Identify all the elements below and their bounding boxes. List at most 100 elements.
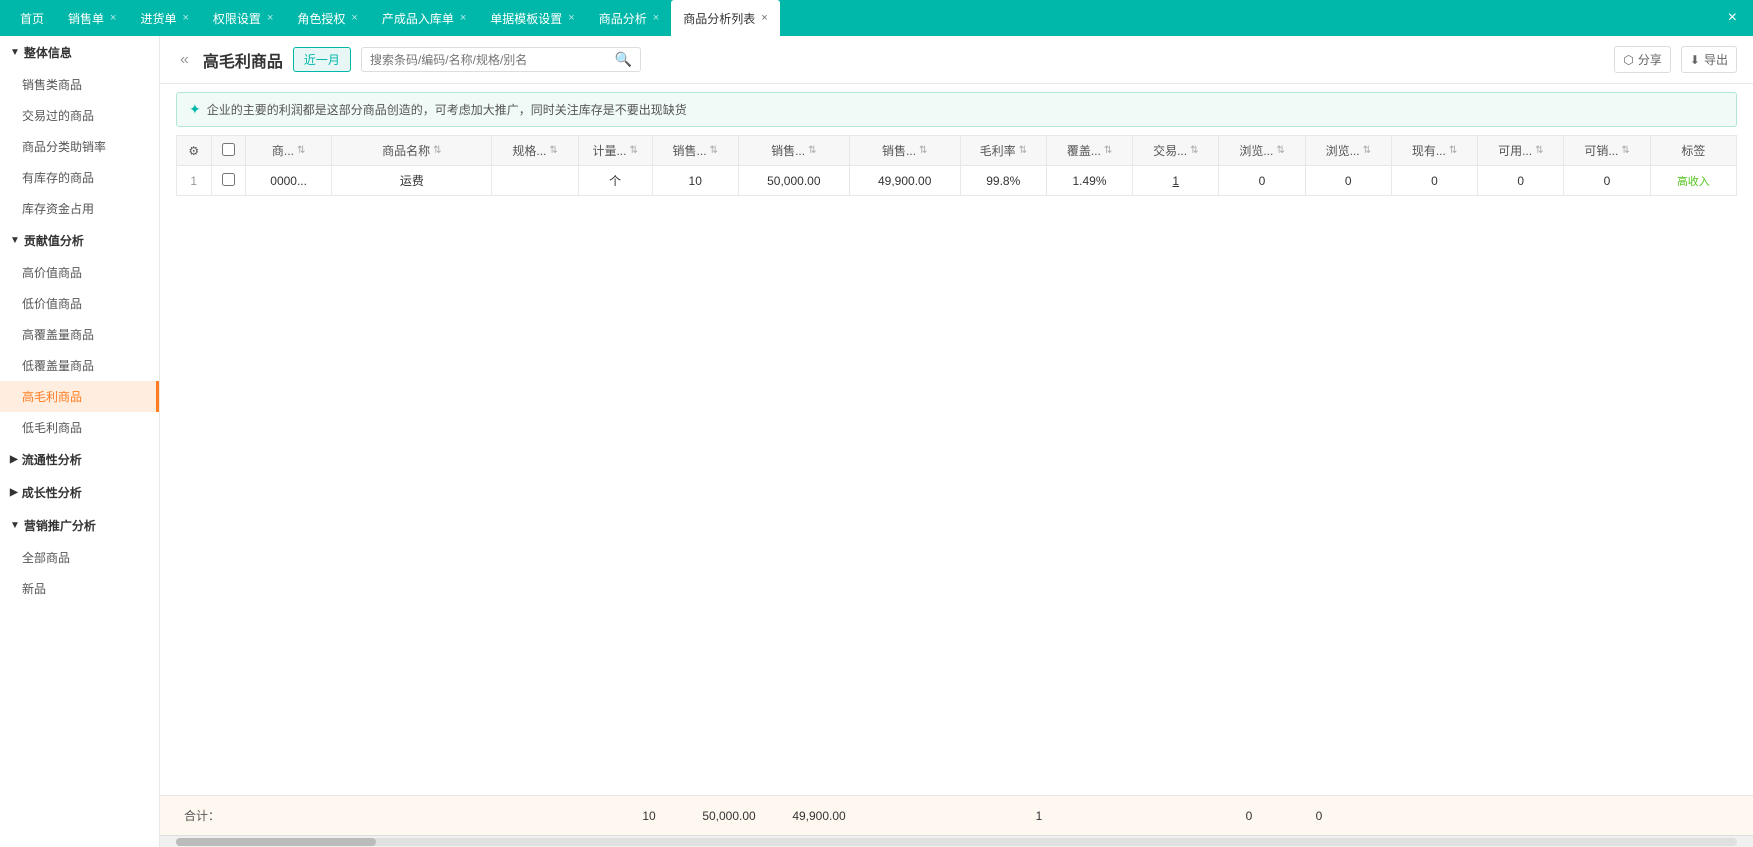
sidebar-group-overview[interactable]: ▼ 整体信息 — [0, 36, 159, 69]
col-code-header[interactable]: 商...⇅ — [246, 136, 332, 166]
search-box: 🔍 — [361, 47, 641, 72]
row-unit: 个 — [578, 166, 652, 196]
row-select-checkbox[interactable] — [222, 173, 235, 186]
footer-sales-qty: 10 — [614, 809, 684, 823]
footer-current: 0 — [1214, 809, 1284, 823]
filter-recent-month-button[interactable]: 近一月 — [293, 47, 351, 72]
main-layout: ▼ 整体信息 销售类商品 交易过的商品 商品分类助销率 有库存的商品 库存资金占… — [0, 36, 1753, 847]
col-sales-profit-header[interactable]: 销售...⇅ — [849, 136, 960, 166]
row-sales-qty: 10 — [652, 166, 738, 196]
sort-icon-current: ⇅ — [1449, 145, 1457, 156]
sort-icon-available: ⇅ — [1535, 145, 1543, 156]
content-header: « 高毛利商品 近一月 🔍 ⬡ 分享 ⬇ 导出 — [160, 36, 1753, 84]
export-button[interactable]: ⬇ 导出 — [1681, 46, 1737, 73]
arrow-down-icon-3: ▼ — [10, 520, 20, 531]
row-browse2: 0 — [1305, 166, 1391, 196]
horizontal-scrollbar[interactable] — [160, 835, 1753, 847]
row-checkbox[interactable] — [211, 166, 246, 196]
nav-sales-order[interactable]: 销售单 × — [56, 0, 128, 36]
col-available-header[interactable]: 可用...⇅ — [1478, 136, 1564, 166]
sort-icon-name: ⇅ — [433, 145, 441, 156]
row-name: 运费 — [332, 166, 492, 196]
search-icon[interactable]: 🔍 — [615, 51, 632, 68]
sort-icon: ⇅ — [297, 145, 305, 156]
nav-role-auth[interactable]: 角色授权 × — [285, 0, 369, 36]
share-icon: ⬡ — [1623, 53, 1633, 67]
sidebar-item-high-value[interactable]: 高价值商品 — [0, 257, 159, 288]
close-purchase-order[interactable]: × — [182, 12, 188, 24]
col-margin-header[interactable]: 毛利率⇅ — [960, 136, 1046, 166]
close-role-auth[interactable]: × — [351, 12, 357, 24]
row-margin: 99.8% — [960, 166, 1046, 196]
sidebar-collapse-button[interactable]: « — [176, 47, 193, 73]
footer-available: 0 — [1284, 809, 1354, 823]
row-coverage: 1.49% — [1046, 166, 1132, 196]
search-input[interactable] — [370, 53, 609, 67]
close-analysis-list[interactable]: × — [761, 12, 767, 24]
sidebar-item-traded-goods[interactable]: 交易过的商品 — [0, 100, 159, 131]
arrow-right-icon-2: ▶ — [10, 487, 18, 498]
arrow-right-icon: ▶ — [10, 454, 18, 465]
close-product-analysis[interactable]: × — [653, 12, 659, 24]
row-trade: 1 — [1133, 166, 1219, 196]
sidebar-item-inventory-funds[interactable]: 库存资金占用 — [0, 193, 159, 224]
nav-purchase-order[interactable]: 进货单 × — [128, 0, 200, 36]
sidebar-item-all-goods[interactable]: 全部商品 — [0, 542, 159, 573]
close-product-inbound[interactable]: × — [460, 12, 466, 24]
sidebar-item-low-margin[interactable]: 低毛利商品 — [0, 412, 159, 443]
sort-icon-qty: ⇅ — [710, 145, 718, 156]
share-button[interactable]: ⬡ 分享 — [1614, 46, 1671, 73]
row-current: 0 — [1391, 166, 1477, 196]
sidebar-group-liquidity[interactable]: ▶ 流通性分析 — [0, 443, 159, 476]
col-sales-amt-header[interactable]: 销售...⇅ — [738, 136, 849, 166]
col-trade-header[interactable]: 交易...⇅ — [1133, 136, 1219, 166]
close-sales-order[interactable]: × — [110, 12, 116, 24]
sidebar-group-contribution[interactable]: ▼ 贡献值分析 — [0, 224, 159, 257]
sidebar-item-sales-goods[interactable]: 销售类商品 — [0, 69, 159, 100]
nav-product-inbound[interactable]: 产成品入库单 × — [370, 0, 478, 36]
info-icon: ✦ — [189, 101, 201, 118]
sort-icon-sellable: ⇅ — [1621, 145, 1629, 156]
sidebar-group-growth[interactable]: ▶ 成长性分析 — [0, 476, 159, 509]
app-close-button[interactable]: × — [1720, 9, 1745, 27]
footer-sales-amt: 50,000.00 — [684, 809, 774, 823]
col-checkbox-header[interactable] — [211, 136, 246, 166]
nav-home[interactable]: 首页 — [8, 0, 56, 36]
sidebar-item-low-coverage[interactable]: 低覆盖量商品 — [0, 350, 159, 381]
row-tag: 高收入 — [1650, 166, 1736, 196]
row-sellable: 0 — [1564, 166, 1650, 196]
col-spec-header[interactable]: 规格...⇅ — [492, 136, 578, 166]
table-wrapper: ⚙ 商...⇅ 商品名称⇅ 规格...⇅ 计量...⇅ 销售...⇅ 销售...… — [160, 135, 1753, 795]
footer-trade: 1 — [1004, 809, 1074, 823]
col-browse1-header[interactable]: 浏览...⇅ — [1219, 136, 1305, 166]
sidebar-group-marketing[interactable]: ▼ 营销推广分析 — [0, 509, 159, 542]
sidebar-item-stocked-goods[interactable]: 有库存的商品 — [0, 162, 159, 193]
nav-permissions[interactable]: 权限设置 × — [201, 0, 285, 36]
footer-bar: 合计： 10 50,000.00 49,900.00 1 0 0 — [160, 795, 1753, 835]
nav-analysis-list[interactable]: 商品分析列表 × — [671, 0, 779, 36]
sidebar-item-category-rate[interactable]: 商品分类助销率 — [0, 131, 159, 162]
col-tag-header: 标签 — [1650, 136, 1736, 166]
sort-icon-b2: ⇅ — [1363, 145, 1371, 156]
close-permissions[interactable]: × — [267, 12, 273, 24]
sidebar-item-high-margin[interactable]: 高毛利商品 — [0, 381, 159, 412]
col-unit-header[interactable]: 计量...⇅ — [578, 136, 652, 166]
nav-product-analysis[interactable]: 商品分析 × — [587, 0, 671, 36]
col-current-header[interactable]: 现有...⇅ — [1391, 136, 1477, 166]
nav-template-settings[interactable]: 单据模板设置 × — [478, 0, 586, 36]
close-template-settings[interactable]: × — [568, 12, 574, 24]
col-sales-qty-header[interactable]: 销售...⇅ — [652, 136, 738, 166]
col-coverage-header[interactable]: 覆盖...⇅ — [1046, 136, 1132, 166]
row-code: 0000... — [246, 166, 332, 196]
scrollbar-thumb[interactable] — [176, 838, 376, 846]
sidebar-item-new-goods[interactable]: 新品 — [0, 573, 159, 604]
col-settings-header[interactable]: ⚙ — [177, 136, 212, 166]
col-name-header[interactable]: 商品名称⇅ — [332, 136, 492, 166]
col-sellable-header[interactable]: 可销...⇅ — [1564, 136, 1650, 166]
sidebar-item-low-value[interactable]: 低价值商品 — [0, 288, 159, 319]
sidebar-item-high-coverage[interactable]: 高覆盖量商品 — [0, 319, 159, 350]
sidebar: ▼ 整体信息 销售类商品 交易过的商品 商品分类助销率 有库存的商品 库存资金占… — [0, 36, 160, 847]
sort-icon-margin: ⇅ — [1019, 145, 1027, 156]
col-browse2-header[interactable]: 浏览...⇅ — [1305, 136, 1391, 166]
select-all-checkbox[interactable] — [222, 143, 235, 156]
